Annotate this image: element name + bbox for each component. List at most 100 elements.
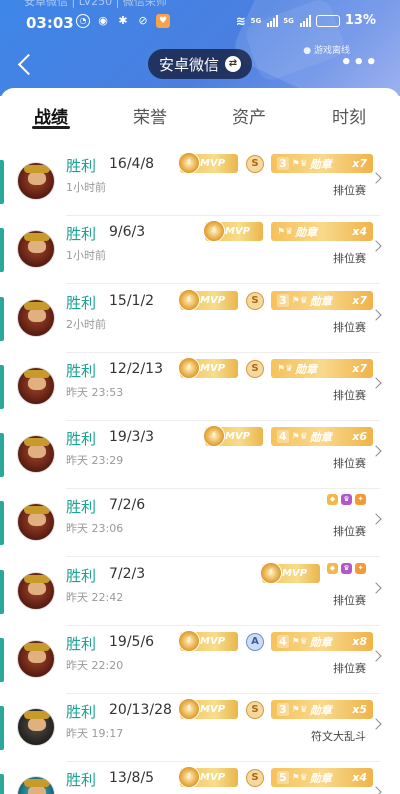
mvp-badge: ⚡ MVP (260, 562, 320, 584)
flag-icon: ⚑♛ (277, 226, 294, 237)
orange-achievement-icon: ✦ (355, 563, 366, 574)
mvp-star-icon: ⚡ (178, 152, 200, 174)
medal-rank: 3 (277, 294, 289, 307)
match-time: 昨天 22:20 (66, 659, 124, 672)
flag-icon: ⚑♛ (291, 772, 308, 783)
medal-rank: 4 (277, 635, 289, 648)
match-result: 胜利 (66, 771, 97, 789)
orange-achievement-icon: ✦ (355, 494, 366, 505)
match-kda: 13/8/5 (109, 770, 155, 786)
match-row[interactable]: 胜利 7/2/3 昨天 22:42 排位赛 ⚡ MVP ◆ ♛ ✦ (0, 558, 400, 626)
match-row[interactable]: 胜利 20/13/28 昨天 19:17 符文大乱斗 ⚡ MVP S 3 ⚑♛ 勋章 x5 (0, 694, 400, 762)
mvp-label: MVP (225, 226, 251, 237)
medal-count: x8 (352, 635, 367, 648)
champion-avatar (17, 367, 55, 405)
platform-switch-button[interactable]: 安卓微信 ⇄ (148, 49, 252, 79)
match-kda: 19/3/3 (109, 429, 155, 445)
flag-icon: ⚑♛ (277, 363, 294, 374)
grade-badge: S (246, 292, 264, 310)
medal-count: x4 (352, 225, 367, 238)
mvp-star-icon: ⚡ (178, 357, 200, 379)
flag-icon: ⚑♛ (291, 704, 308, 715)
tab-moments[interactable]: 时刻 (314, 103, 384, 128)
match-time: 1小时前 (66, 181, 106, 194)
more-button[interactable]: ••• (340, 54, 378, 72)
match-row[interactable]: 胜利 19/5/6 昨天 22:20 排位赛 ⚡ MVP A 4 ⚑♛ 勋章 x8 (0, 626, 400, 694)
match-kda: 12/2/13 (109, 361, 163, 377)
flag-icon: ⚑♛ (291, 431, 308, 442)
match-time: 昨天 22:42 (66, 591, 124, 604)
mvp-label: MVP (225, 431, 251, 442)
chevron-right-icon (370, 309, 382, 321)
champion-avatar (17, 230, 55, 268)
medal-rank: 5 (277, 771, 289, 784)
match-kda: 7/2/3 (109, 566, 146, 582)
match-row[interactable]: 胜利 9/6/3 1小时前 排位赛 ⚡ MVP ⚑♛ 勋章 x4 (0, 216, 400, 284)
mvp-star-icon: ⚡ (203, 220, 225, 242)
match-kda: 15/1/2 (109, 293, 155, 309)
match-row[interactable]: 胜利 13/8/5 ⚡ MVP S 5 ⚑♛ 勋章 x4 (0, 762, 400, 794)
champion-avatar (17, 572, 55, 610)
champion-avatar (17, 776, 55, 794)
medal-count: x5 (352, 703, 367, 716)
win-indicator-bar (0, 501, 4, 545)
match-mode: 排位赛 (333, 594, 366, 607)
match-result: 胜利 (66, 225, 97, 243)
grade-badge: S (246, 769, 264, 787)
mvp-badge: ⚡ MVP (203, 220, 263, 242)
match-mode: 排位赛 (333, 525, 366, 538)
mvp-label: MVP (200, 704, 226, 715)
match-result: 胜利 (66, 157, 97, 175)
bluetooth-icon: ✱ (118, 14, 128, 27)
chevron-right-icon (370, 513, 382, 525)
match-row[interactable]: 胜利 15/1/2 2小时前 排位赛 ⚡ MVP S 3 ⚑♛ 勋章 x7 (0, 285, 400, 353)
tab-honor[interactable]: 荣誉 (115, 103, 185, 128)
medal-label: 勋章 (295, 225, 318, 239)
back-button[interactable] (14, 52, 36, 78)
medal-count: x7 (352, 157, 367, 170)
match-kda: 9/6/3 (109, 224, 146, 240)
champion-avatar (17, 299, 55, 337)
match-row[interactable]: 胜利 19/3/3 昨天 23:29 排位赛 ⚡ MVP 4 ⚑♛ 勋章 x6 (0, 421, 400, 489)
mvp-label: MVP (200, 295, 226, 306)
mvp-star-icon: ⚡ (178, 630, 200, 652)
mvp-badge: ⚡ MVP (178, 630, 238, 652)
champion-avatar (17, 503, 55, 541)
signal-icon (299, 14, 311, 27)
champion-avatar (17, 640, 55, 678)
medal-count: x7 (352, 362, 367, 375)
mvp-label: MVP (282, 568, 308, 579)
match-row[interactable]: 胜利 12/2/13 昨天 23:53 排位赛 ⚡ MVP S ⚑♛ 勋章 x7 (0, 353, 400, 421)
match-mode: 排位赛 (333, 184, 366, 197)
match-row[interactable]: 胜利 7/2/6 昨天 23:06 排位赛 ◆ ♛ ✦ (0, 489, 400, 557)
status-right-icons: ≋ 5G 5G 13% (236, 13, 376, 28)
mvp-badge: ⚡ MVP (178, 289, 238, 311)
match-mode: 排位赛 (333, 321, 366, 334)
match-time: 昨天 23:29 (66, 454, 124, 467)
match-result: 胜利 (66, 703, 97, 721)
medal-badge: 3 ⚑♛ 勋章 x7 (271, 291, 373, 310)
match-row[interactable]: 胜利 16/4/8 1小时前 排位赛 ⚡ MVP S 3 ⚑♛ 勋章 x7 (0, 148, 400, 216)
battery-icon (315, 14, 340, 27)
active-tab-indicator (32, 126, 70, 129)
flag-icon: ⚑♛ (291, 158, 308, 169)
match-result: 胜利 (66, 635, 97, 653)
win-indicator-bar (0, 774, 4, 794)
tab-assets[interactable]: 资产 (214, 103, 284, 128)
medal-badge: 4 ⚑♛ 勋章 x6 (271, 427, 373, 446)
medal-label: 勋章 (309, 430, 332, 444)
medal-badge: ⚑♛ 勋章 x4 (271, 222, 373, 241)
mvp-badge: ⚡ MVP (203, 425, 263, 447)
win-indicator-bar (0, 570, 4, 614)
mute-icon: ⊘ (138, 14, 148, 27)
tab-record[interactable]: 战绩 (16, 103, 86, 128)
medal-badge: 3 ⚑♛ 勋章 x7 (271, 154, 373, 173)
app-notification-icon: ♥ (156, 14, 170, 28)
medal-badge: 4 ⚑♛ 勋章 x8 (271, 632, 373, 651)
mvp-badge: ⚡ MVP (178, 357, 238, 379)
row-divider (66, 556, 380, 557)
gold-achievement-icon: ◆ (327, 563, 338, 574)
sim1-label: 5G (250, 16, 262, 25)
grade-badge: S (246, 701, 264, 719)
champion-avatar (17, 708, 55, 746)
